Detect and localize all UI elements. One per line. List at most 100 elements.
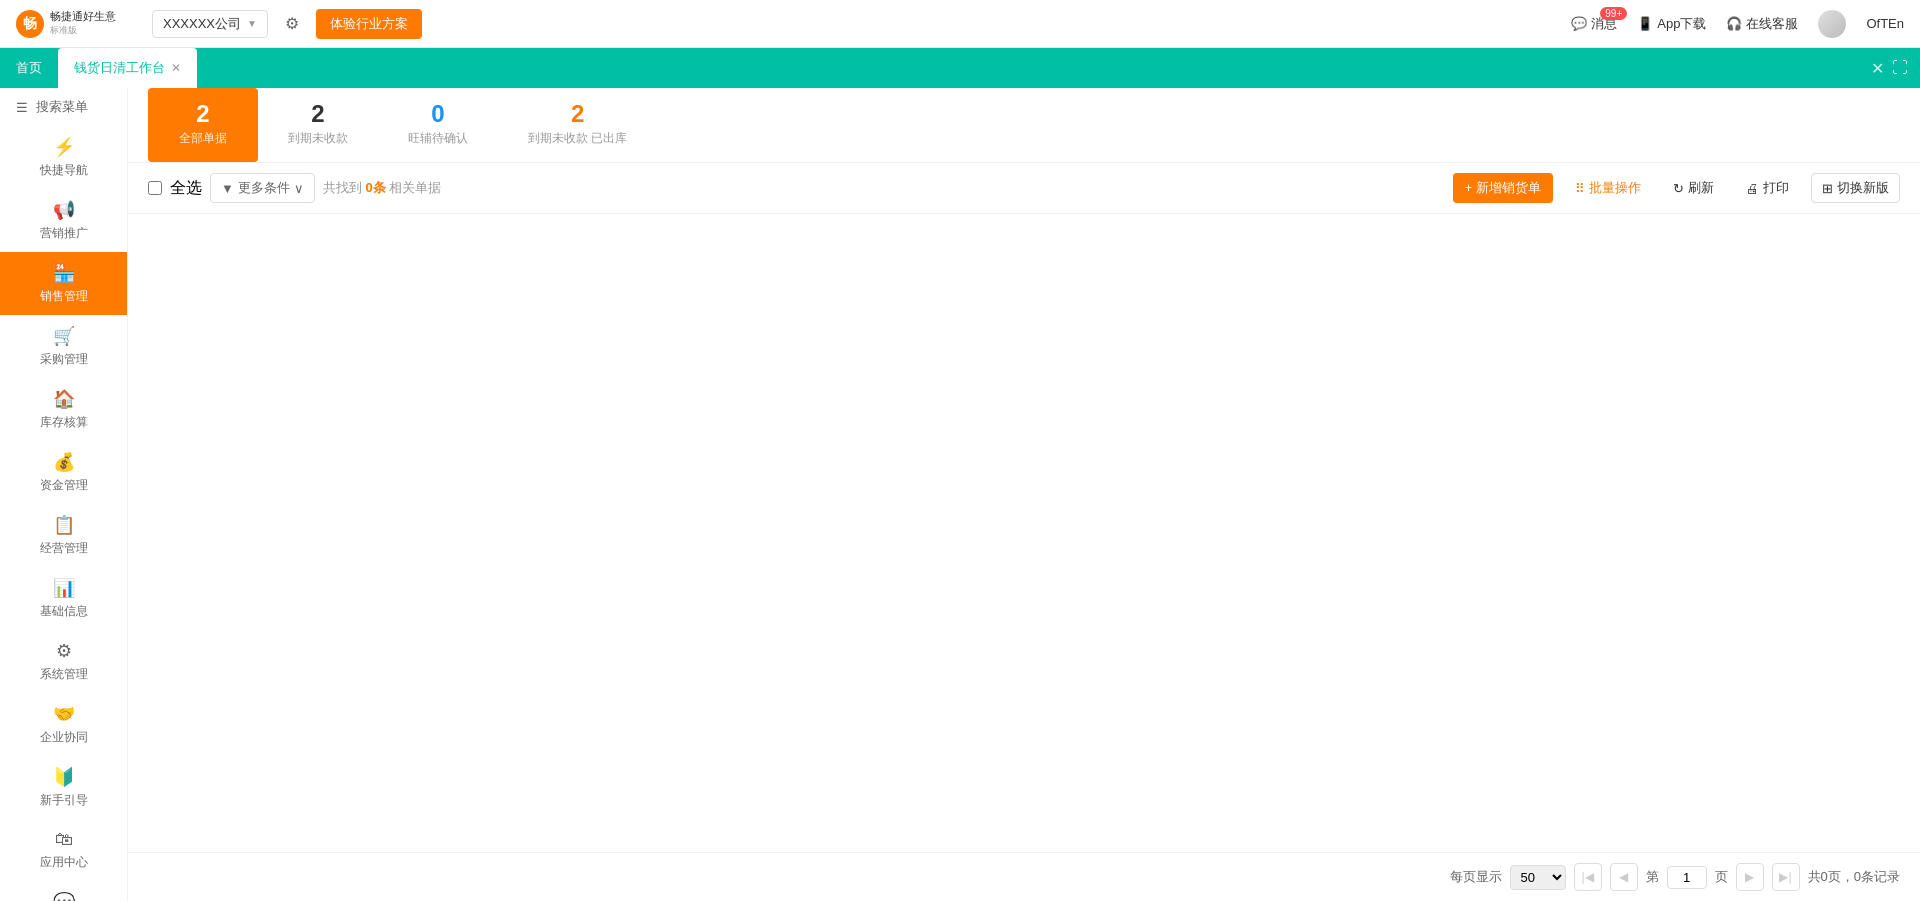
filter-icon: ▼: [221, 181, 234, 196]
message-item[interactable]: 💬 消息 99+: [1571, 15, 1617, 33]
page-last-btn[interactable]: ▶|: [1772, 863, 1800, 891]
add-sales-btn[interactable]: + 新增销货单: [1453, 173, 1553, 203]
app-download-item[interactable]: 📱 App下载: [1637, 15, 1706, 33]
finance-icon: 💰: [53, 451, 75, 473]
tab-home[interactable]: 首页: [0, 48, 58, 88]
stat-overdue-out-number: 2: [571, 100, 584, 128]
service-label: 在线客服: [1746, 15, 1798, 33]
marketing-icon: 📢: [53, 199, 75, 221]
toolbar-left: 全选 ▼ 更多条件 ∨ 共找到 0条 相关单据: [148, 173, 441, 203]
sidebar-item-finance[interactable]: 💰 资金管理: [0, 441, 127, 504]
logo-icon: 畅: [16, 10, 44, 38]
enterprise-label: 企业协同: [40, 729, 88, 746]
system-icon: ⚙: [56, 640, 72, 662]
batch-op-btn[interactable]: ⠿ 批量操作: [1565, 174, 1651, 202]
quick-nav-label: 快捷导航: [40, 162, 88, 179]
settings-icon[interactable]: ⚙: [278, 10, 306, 38]
per-page-select[interactable]: 50 100 200: [1510, 865, 1566, 890]
sidebar-item-wechat[interactable]: 💬 企业微信: [0, 881, 127, 901]
inventory-icon: 🏠: [53, 388, 75, 410]
tab-expand-action[interactable]: ⛶: [1892, 59, 1908, 77]
app-icon: 📱: [1637, 16, 1653, 31]
switch-version-btn[interactable]: ⊞ 切换新版: [1811, 173, 1900, 203]
company-name: XXXXXX公司: [163, 15, 241, 33]
stat-tab-all[interactable]: 2 全部单据: [148, 88, 258, 162]
sidebar-item-enterprise[interactable]: 🤝 企业协同: [0, 693, 127, 756]
user-avatar[interactable]: [1818, 10, 1846, 38]
page-suffix: 页: [1715, 868, 1728, 886]
page-label: 第: [1646, 868, 1659, 886]
found-text: 共找到 0条 相关单据: [323, 179, 441, 197]
stats-bar: 2 全部单据 2 到期未收款 0 旺辅待确认 2 到期未收款 已出库: [128, 88, 1920, 163]
toolbar-right: + 新增销货单 ⠿ 批量操作 ↻ 刷新 🖨 打印 ⊞ 切换新版: [1453, 173, 1900, 203]
username[interactable]: OfTEn: [1866, 16, 1904, 31]
sidebar-item-basic-info[interactable]: 📊 基础信息: [0, 567, 127, 630]
top-bar-right: 💬 消息 99+ 📱 App下载 🎧 在线客服 OfTEn: [1571, 10, 1904, 38]
print-btn[interactable]: 🖨 打印: [1736, 174, 1799, 202]
sidebar-item-inventory[interactable]: 🏠 库存核算: [0, 378, 127, 441]
tab-work[interactable]: 钱货日清工作台 ✕: [58, 48, 197, 88]
per-page-label: 每页显示: [1450, 868, 1502, 886]
stat-tab-overdue[interactable]: 2 到期未收款: [258, 88, 378, 162]
service-icon: 🎧: [1726, 16, 1742, 31]
main-layout: ☰ 搜索菜单 ⚡ 快捷导航 📢 营销推广 🏪 销售管理 🛒 采购管理 🏠 库存核…: [0, 88, 1920, 901]
app-center-icon: 🛍: [55, 829, 73, 850]
tab-close-action[interactable]: ✕: [1871, 59, 1884, 78]
inventory-label: 库存核算: [40, 414, 88, 431]
page-first-btn[interactable]: |◀: [1574, 863, 1602, 891]
logo-title: 畅捷通好生意: [50, 10, 116, 23]
app-label: App下载: [1657, 15, 1706, 33]
logo: 畅 畅捷通好生意 标准版: [16, 10, 144, 38]
sidebar-item-purchase[interactable]: 🛒 采购管理: [0, 315, 127, 378]
sidebar-item-system[interactable]: ⚙ 系统管理: [0, 630, 127, 693]
experience-button[interactable]: 体验行业方案: [316, 9, 422, 39]
refresh-btn[interactable]: ↻ 刷新: [1663, 174, 1724, 202]
sidebar-item-marketing[interactable]: 📢 营销推广: [0, 189, 127, 252]
purchase-label: 采购管理: [40, 351, 88, 368]
filter-label: 更多条件: [238, 179, 290, 197]
stat-all-label: 全部单据: [179, 130, 227, 147]
stat-overdue-number: 2: [311, 100, 324, 128]
online-service-item[interactable]: 🎧 在线客服: [1726, 15, 1798, 33]
tab-close-icon[interactable]: ✕: [171, 61, 181, 75]
stat-pending-label: 旺辅待确认: [408, 130, 468, 147]
page-next-btn[interactable]: ▶: [1736, 863, 1764, 891]
sidebar-item-operation[interactable]: 📋 经营管理: [0, 504, 127, 567]
wechat-icon: 💬: [53, 891, 75, 901]
user-name-label: OfTEn: [1866, 16, 1904, 31]
stat-pending-number: 0: [431, 100, 444, 128]
page-prev-btn[interactable]: ◀: [1610, 863, 1638, 891]
message-badge: 99+: [1600, 7, 1627, 20]
sidebar-item-app-center[interactable]: 🛍 应用中心: [0, 819, 127, 881]
sales-icon: 🏪: [53, 262, 75, 284]
more-conditions-btn[interactable]: ▼ 更多条件 ∨: [210, 173, 315, 203]
sales-label: 销售管理: [40, 288, 88, 305]
toolbar: 全选 ▼ 更多条件 ∨ 共找到 0条 相关单据 + 新增销货单 ⠿ 批量操作: [128, 163, 1920, 214]
basic-info-icon: 📊: [53, 577, 75, 599]
tab-bar: 首页 钱货日清工作台 ✕ ✕ ⛶: [0, 48, 1920, 88]
operation-icon: 📋: [53, 514, 75, 536]
sidebar-search[interactable]: ☰ 搜索菜单: [0, 88, 127, 126]
logo-subtitle: 标准版: [50, 24, 116, 37]
message-icon: 💬: [1571, 16, 1587, 31]
guide-label: 新手引导: [40, 792, 88, 809]
stat-all-number: 2: [196, 100, 209, 128]
stat-overdue-out-label: 到期未收款 已出库: [528, 130, 627, 147]
switch-icon: ⊞: [1822, 181, 1833, 196]
basic-info-label: 基础信息: [40, 603, 88, 620]
guide-icon: 🔰: [53, 766, 75, 788]
avatar: [1818, 10, 1846, 38]
stat-overdue-label: 到期未收款: [288, 130, 348, 147]
sidebar-item-sales[interactable]: 🏪 销售管理: [0, 252, 127, 315]
app-center-label: 应用中心: [40, 854, 88, 871]
finance-label: 资金管理: [40, 477, 88, 494]
sidebar-item-quick-nav[interactable]: ⚡ 快捷导航: [0, 126, 127, 189]
select-all-checkbox[interactable]: [148, 181, 162, 195]
purchase-icon: 🛒: [53, 325, 75, 347]
sidebar-item-guide[interactable]: 🔰 新手引导: [0, 756, 127, 819]
filter-arrow: ∨: [294, 181, 304, 196]
company-selector[interactable]: XXXXXX公司 ▼: [152, 10, 268, 38]
page-input[interactable]: [1667, 866, 1707, 889]
stat-tab-pending[interactable]: 0 旺辅待确认: [378, 88, 498, 162]
stat-tab-overdue-out[interactable]: 2 到期未收款 已出库: [498, 88, 657, 162]
